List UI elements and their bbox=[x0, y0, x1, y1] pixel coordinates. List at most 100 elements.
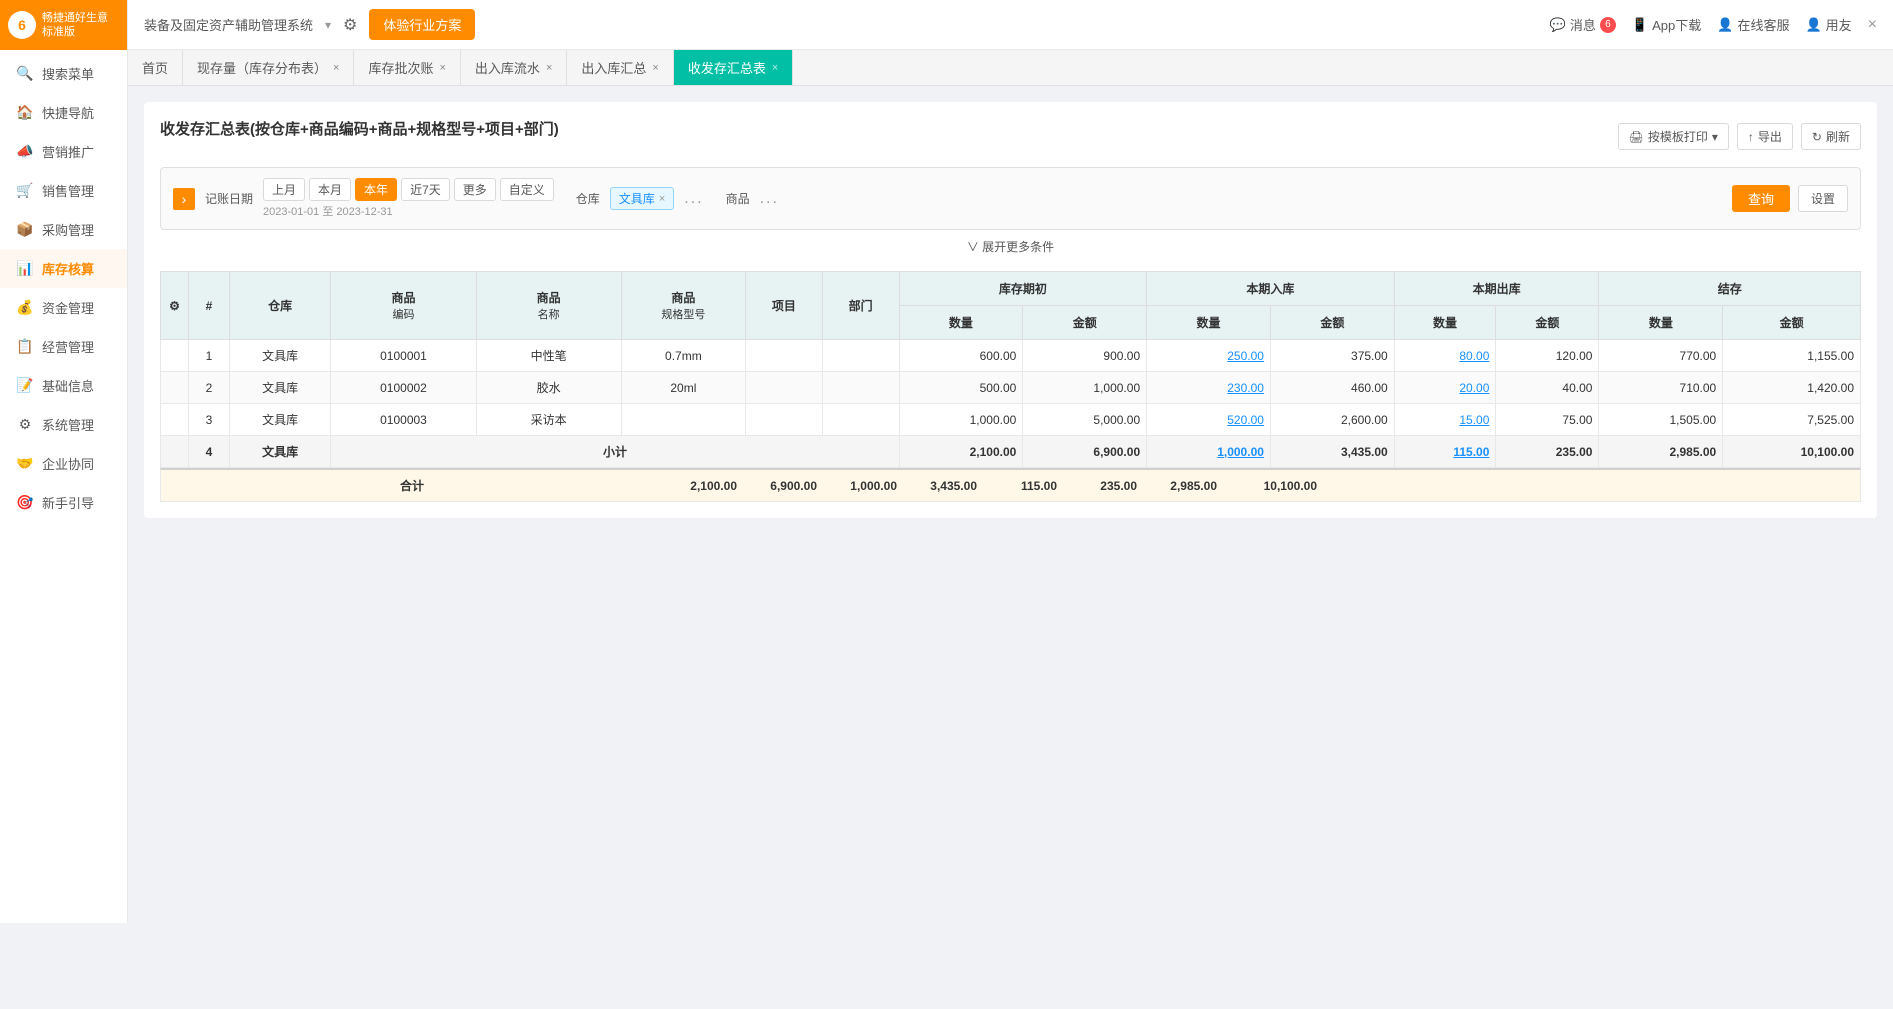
topbar-close-btn[interactable]: × bbox=[1868, 16, 1877, 34]
date-option-上月[interactable]: 上月 bbox=[263, 178, 305, 201]
sidebar-item-system[interactable]: ⚙系统管理 bbox=[0, 405, 127, 444]
filter-collapse-btn[interactable]: › bbox=[173, 188, 195, 210]
row-out-amt: 120.00 bbox=[1496, 340, 1599, 372]
th-goods-name: 商品名称 bbox=[476, 272, 621, 340]
warehouse-remove-icon[interactable]: × bbox=[659, 193, 665, 205]
guide-icon: 🎯 bbox=[16, 494, 34, 511]
export-icon: ↑ bbox=[1748, 130, 1754, 144]
row-goods-name: 中性笔 bbox=[476, 340, 621, 372]
row-no: 1 bbox=[189, 340, 230, 372]
expand-more-btn[interactable]: ∨ 展开更多条件 bbox=[160, 234, 1861, 259]
row-out-qty[interactable]: 20.00 bbox=[1394, 372, 1496, 404]
purchase-icon: 📦 bbox=[16, 221, 34, 238]
sidebar-item-basic[interactable]: 📝基础信息 bbox=[0, 366, 127, 405]
online-service-btn[interactable]: 👤 在线客服 bbox=[1717, 15, 1789, 34]
sidebar-item-label: 采购管理 bbox=[42, 220, 94, 239]
message-btn[interactable]: 💬 消息 6 bbox=[1550, 15, 1616, 34]
tab-batch[interactable]: 库存批次账× bbox=[354, 50, 460, 86]
sidebar-item-label: 企业协同 bbox=[42, 454, 94, 473]
tab-label: 收发存汇总表 bbox=[688, 58, 766, 77]
row-out-qty[interactable]: 80.00 bbox=[1394, 340, 1496, 372]
filter-setting-btn[interactable]: 设置 bbox=[1798, 185, 1848, 212]
warehouse-label: 仓库 bbox=[576, 190, 600, 207]
row-out-qty[interactable]: 15.00 bbox=[1394, 404, 1496, 436]
sidebar-item-operation[interactable]: 📋经营管理 bbox=[0, 327, 127, 366]
goods-more-btn[interactable]: ... bbox=[760, 190, 779, 208]
date-option-本年[interactable]: 本年 bbox=[355, 178, 397, 201]
row-closing-amt: 1,155.00 bbox=[1723, 340, 1861, 372]
tab-stock-dist[interactable]: 现存量（库存分布表）× bbox=[183, 50, 354, 86]
row-in-amt: 2,600.00 bbox=[1270, 404, 1394, 436]
tab-inout-flow[interactable]: 出入库流水 × bbox=[461, 50, 567, 86]
tab-receive-summary[interactable]: 收发存汇总表 × bbox=[674, 50, 793, 86]
th-settings: ⚙ bbox=[161, 272, 189, 340]
sidebar-item-purchase[interactable]: 📦 采购管理 bbox=[0, 210, 127, 249]
row-in-qty[interactable]: 250.00 bbox=[1147, 340, 1271, 372]
print-btn[interactable]: 🖨 按模板打印 ▾ bbox=[1618, 123, 1729, 150]
sidebar-item-quick-nav[interactable]: 🏠快捷导航 bbox=[0, 93, 127, 132]
sidebar-item-finance[interactable]: 💰资金管理 bbox=[0, 288, 127, 327]
sidebar-item-inventory[interactable]: 📊库存核算 bbox=[0, 249, 127, 288]
tab-close-icon[interactable]: × bbox=[546, 62, 552, 74]
sidebar-item-guide[interactable]: 🎯 新手引导 bbox=[0, 483, 127, 522]
sidebar-item-sales[interactable]: 🛒销售管理 bbox=[0, 171, 127, 210]
tab-inout-summary[interactable]: 出入库汇总 × bbox=[567, 50, 673, 86]
tab-home[interactable]: 首页 bbox=[128, 50, 183, 86]
app-download-label: App下载 bbox=[1652, 15, 1701, 34]
date-label: 记账日期 bbox=[205, 190, 253, 207]
export-btn[interactable]: ↑ 导出 bbox=[1737, 123, 1793, 150]
logo-icon: 6 bbox=[8, 11, 36, 39]
sidebar-item-label: 快捷导航 bbox=[42, 103, 94, 122]
row-in-amt: 375.00 bbox=[1270, 340, 1394, 372]
trial-btn[interactable]: 体验行业方案 bbox=[369, 9, 475, 40]
row-closing-amt: 1,420.00 bbox=[1723, 372, 1861, 404]
sidebar-item-search[interactable]: 🔍搜索菜单 bbox=[0, 54, 127, 93]
th-opening-amt: 金额 bbox=[1023, 306, 1147, 340]
tab-label: 出入库流水 bbox=[475, 58, 540, 77]
content-card: 收发存汇总表(按仓库+商品编码+商品+规格型号+项目+部门) 🖨 按模板打印 ▾… bbox=[144, 102, 1877, 518]
th-dept: 部门 bbox=[822, 272, 899, 340]
sidebar-item-label: 新手引导 bbox=[42, 493, 94, 512]
gear-icon[interactable]: ⚙ bbox=[343, 15, 357, 35]
row-warehouse: 文具库 bbox=[229, 372, 331, 404]
row-dept bbox=[822, 404, 899, 436]
dropdown-arrow[interactable]: ▾ bbox=[325, 18, 331, 32]
total-out-qty: 115.00 bbox=[977, 479, 1057, 493]
row-opening-amt: 5,000.00 bbox=[1023, 404, 1147, 436]
sidebar-item-label: 搜索菜单 bbox=[42, 64, 94, 83]
tab-close-icon[interactable]: × bbox=[439, 62, 445, 74]
date-range: 2023-01-01 至 2023-12-31 bbox=[263, 203, 554, 219]
online-service-label: 在线客服 bbox=[1737, 15, 1789, 34]
row-in-qty[interactable]: 520.00 bbox=[1147, 404, 1271, 436]
date-option-本月[interactable]: 本月 bbox=[309, 178, 351, 201]
row-goods-spec: 20ml bbox=[621, 372, 745, 404]
row-settings bbox=[161, 404, 189, 436]
page-title: 收发存汇总表(按仓库+商品编码+商品+规格型号+项目+部门) bbox=[160, 118, 559, 139]
th-opening-qty: 数量 bbox=[899, 306, 1023, 340]
sidebar-item-enterprise[interactable]: 🤝企业协同 bbox=[0, 444, 127, 483]
tab-label: 出入库汇总 bbox=[581, 58, 646, 77]
tab-close-icon[interactable]: × bbox=[772, 62, 778, 74]
date-option-近7天[interactable]: 近7天 bbox=[401, 178, 450, 201]
refresh-btn[interactable]: ↻ 刷新 bbox=[1801, 123, 1861, 150]
warehouse-more-btn[interactable]: ... bbox=[684, 190, 703, 208]
app-download-btn[interactable]: 📱 App下载 bbox=[1632, 15, 1701, 34]
sidebar-item-label: 系统管理 bbox=[42, 415, 94, 434]
sidebar-item-marketing[interactable]: 📣营销推广 bbox=[0, 132, 127, 171]
query-btn[interactable]: 查询 bbox=[1732, 185, 1790, 212]
date-option-更多[interactable]: 更多 bbox=[454, 178, 496, 201]
date-option-自定义[interactable]: 自定义 bbox=[500, 178, 554, 201]
row-closing-qty: 710.00 bbox=[1599, 372, 1723, 404]
sidebar-item-label: 资金管理 bbox=[42, 298, 94, 317]
total-opening-amt: 6,900.00 bbox=[737, 479, 817, 493]
tab-close-icon[interactable]: × bbox=[333, 62, 339, 74]
total-in-amt: 3,435.00 bbox=[897, 479, 977, 493]
user-btn[interactable]: 👤 用友 bbox=[1805, 15, 1851, 34]
sidebar-item-label: 基础信息 bbox=[42, 376, 94, 395]
th-goods-code: 商品编码 bbox=[331, 272, 476, 340]
row-in-qty[interactable]: 230.00 bbox=[1147, 372, 1271, 404]
system-title: 装备及固定资产辅助管理系统 bbox=[144, 15, 313, 34]
tab-close-icon[interactable]: × bbox=[652, 62, 658, 74]
warehouse-tag[interactable]: 文具库 × bbox=[610, 187, 674, 210]
subtotal-in-qty: 1,000.00 bbox=[1147, 436, 1271, 468]
